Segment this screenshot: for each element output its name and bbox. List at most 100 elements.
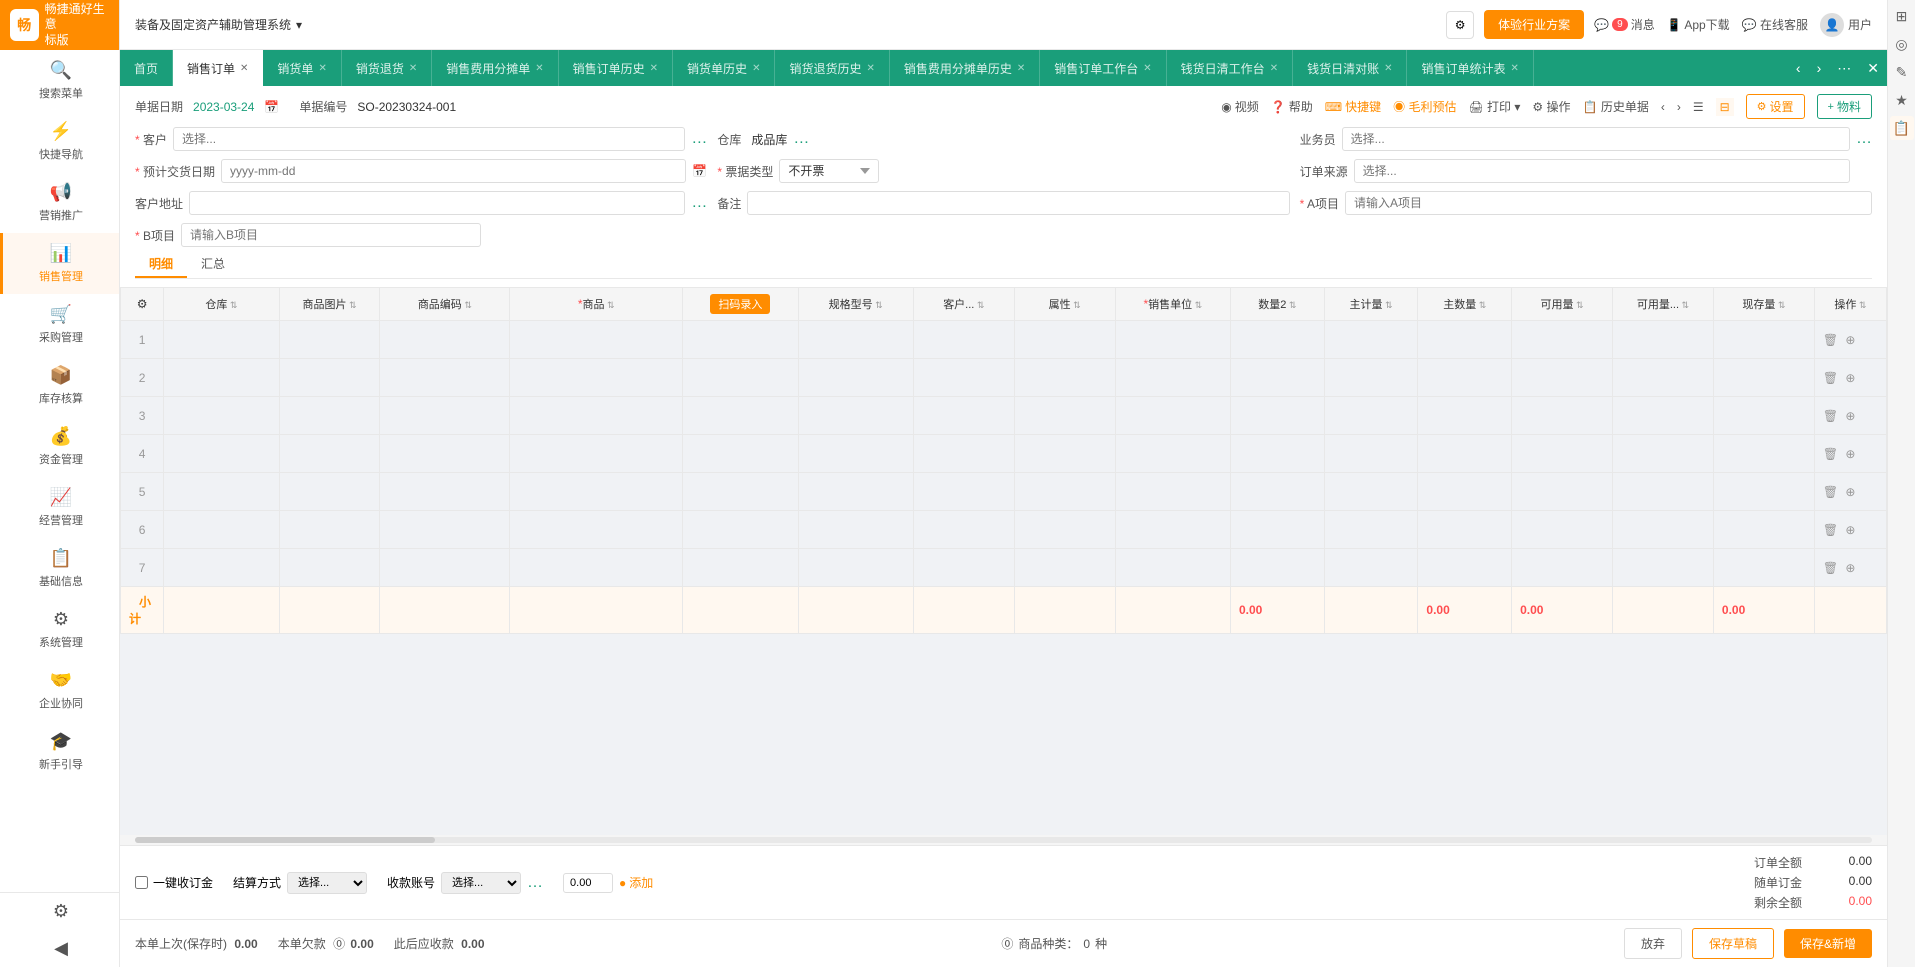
tab-close-2[interactable]: ✕ bbox=[318, 63, 326, 74]
online-service-btn[interactable]: 💬 在线客服 bbox=[1742, 16, 1808, 33]
sidebar-item-11[interactable]: 🎓 新手引导 bbox=[0, 721, 119, 782]
row-copy-3[interactable]: ⊕ bbox=[1845, 409, 1855, 423]
sidebar-item-collapse[interactable]: ◀ bbox=[0, 930, 119, 967]
customer-dots[interactable]: … bbox=[691, 130, 707, 148]
row-copy-4[interactable]: ⊕ bbox=[1845, 447, 1855, 461]
sidebar-item-1[interactable]: ⚡ 快捷导航 bbox=[0, 111, 119, 172]
row-copy-1[interactable]: ⊕ bbox=[1845, 333, 1855, 347]
star-icon[interactable]: ★ bbox=[1890, 88, 1914, 112]
row-delete-2[interactable]: 🗑 bbox=[1823, 371, 1838, 385]
tab-close-4[interactable]: ✕ bbox=[535, 63, 543, 74]
amount-input[interactable] bbox=[563, 873, 613, 893]
sidebar-item-0[interactable]: 🔍 搜索菜单 bbox=[0, 50, 119, 111]
sub-tab-0[interactable]: 明细 bbox=[135, 251, 187, 278]
dropdown-arrow-icon[interactable]: ▾ bbox=[296, 18, 302, 32]
col-settings-icon[interactable]: ⚙ bbox=[137, 297, 148, 311]
sidebar-item-8[interactable]: 📋 基础信息 bbox=[0, 538, 119, 599]
invoice-type-select[interactable]: 不开票 bbox=[779, 159, 879, 183]
settlement-select[interactable]: 选择... bbox=[287, 872, 367, 894]
industry-btn[interactable]: 体验行业方案 bbox=[1484, 10, 1584, 39]
tab-nav-left[interactable]: ‹ bbox=[1788, 50, 1809, 86]
tab-close-6[interactable]: ✕ bbox=[752, 63, 760, 74]
tab-close-12[interactable]: ✕ bbox=[1511, 63, 1519, 74]
tab-11[interactable]: 钱货日清对账✕ bbox=[1293, 50, 1407, 86]
sidebar-item-5[interactable]: 📦 库存核算 bbox=[0, 355, 119, 416]
row-copy-2[interactable]: ⊕ bbox=[1845, 371, 1855, 385]
tab-close-all[interactable]: ✕ bbox=[1859, 50, 1887, 86]
order-source-input[interactable] bbox=[1354, 159, 1850, 183]
nav-next[interactable]: › bbox=[1677, 100, 1681, 114]
address-input[interactable] bbox=[189, 191, 685, 215]
tab-close-5[interactable]: ✕ bbox=[650, 63, 658, 74]
row-copy-6[interactable]: ⊕ bbox=[1845, 523, 1855, 537]
edit-icon[interactable]: ✎ bbox=[1890, 60, 1914, 84]
setup-btn[interactable]: ⚙ 设置 bbox=[1746, 94, 1805, 119]
tab-10[interactable]: 钱货日清工作台✕ bbox=[1167, 50, 1293, 86]
clipboard-icon[interactable]: 📋 bbox=[1890, 116, 1914, 140]
tab-close-1[interactable]: ✕ bbox=[240, 63, 248, 74]
profit-preview-btn[interactable]: ◉ 毛利预估 bbox=[1393, 98, 1456, 115]
tab-close-10[interactable]: ✕ bbox=[1270, 63, 1278, 74]
salesperson-dots[interactable]: … bbox=[1856, 130, 1872, 148]
row-delete-3[interactable]: 🗑 bbox=[1823, 409, 1838, 423]
row-delete-6[interactable]: 🗑 bbox=[1823, 523, 1838, 537]
delivery-date-input[interactable] bbox=[221, 159, 686, 183]
row-delete-7[interactable]: 🗑 bbox=[1823, 561, 1838, 575]
list-view-icon[interactable]: ☰ bbox=[1693, 100, 1704, 114]
tab-5[interactable]: 销售订单历史✕ bbox=[559, 50, 673, 86]
scroll-thumb[interactable] bbox=[135, 837, 435, 843]
account-dots[interactable]: … bbox=[527, 874, 543, 892]
add-btn[interactable]: ● 添加 bbox=[619, 874, 653, 891]
settings-button[interactable]: ⚙ bbox=[1446, 11, 1474, 39]
row-copy-7[interactable]: ⊕ bbox=[1845, 561, 1855, 575]
tab-close-9[interactable]: ✕ bbox=[1143, 63, 1151, 74]
row-copy-5[interactable]: ⊕ bbox=[1845, 485, 1855, 499]
tab-close-8[interactable]: ✕ bbox=[1017, 63, 1025, 74]
tab-nav-right[interactable]: › bbox=[1809, 50, 1830, 86]
tab-6[interactable]: 销货单历史✕ bbox=[673, 50, 775, 86]
grid-view[interactable]: ⊞ bbox=[1890, 4, 1914, 28]
customer-input[interactable] bbox=[173, 127, 685, 151]
tab-1[interactable]: 销售订单✕ bbox=[173, 50, 263, 86]
print-btn[interactable]: 🖨 打印 ▾ bbox=[1468, 98, 1520, 115]
sidebar-item-7[interactable]: 📈 经营管理 bbox=[0, 477, 119, 538]
salesperson-input[interactable] bbox=[1342, 127, 1850, 151]
view-btn[interactable]: ◉ 视频 bbox=[1221, 98, 1259, 115]
warehouse-dots[interactable]: … bbox=[793, 130, 809, 148]
tab-9[interactable]: 销售订单工作台✕ bbox=[1040, 50, 1166, 86]
sidebar-item-3[interactable]: 📊 销售管理 bbox=[0, 233, 119, 294]
material-btn[interactable]: + 物料 bbox=[1817, 94, 1872, 119]
help-btn[interactable]: ❓ 帮助 bbox=[1271, 98, 1313, 115]
save-draft-btn[interactable]: 保存草稿 bbox=[1692, 928, 1774, 959]
discard-btn[interactable]: 放弃 bbox=[1624, 928, 1682, 959]
tab-7[interactable]: 销货退货历史✕ bbox=[775, 50, 889, 86]
sidebar-item-settings[interactable]: ⚙ bbox=[0, 893, 119, 930]
tab-close-11[interactable]: ✕ bbox=[1384, 63, 1392, 74]
remark-input[interactable] bbox=[747, 191, 1289, 215]
tab-0[interactable]: 首页 bbox=[120, 50, 173, 86]
sidebar-item-2[interactable]: 📢 营销推广 bbox=[0, 172, 119, 233]
tab-more[interactable]: ⋯ bbox=[1829, 50, 1859, 86]
row-delete-4[interactable]: 🗑 bbox=[1823, 447, 1838, 461]
tab-2[interactable]: 销货单✕ bbox=[263, 50, 341, 86]
user-avatar[interactable]: 👤 用户 bbox=[1820, 13, 1872, 37]
address-dots[interactable]: … bbox=[691, 194, 707, 212]
sidebar-item-4[interactable]: 🛒 采购管理 bbox=[0, 294, 119, 355]
calendar-icon[interactable]: 📅 bbox=[264, 100, 279, 114]
app-download-btn[interactable]: 📱 App下载 bbox=[1667, 16, 1730, 33]
one-click-checkbox[interactable] bbox=[135, 876, 148, 889]
sidebar-item-9[interactable]: ⚙ 系统管理 bbox=[0, 599, 119, 660]
message-icon-area[interactable]: 💬 9 消息 bbox=[1594, 16, 1655, 33]
tab-4[interactable]: 销售费用分摊单✕ bbox=[432, 50, 558, 86]
history-btn[interactable]: 📋 历史单据 bbox=[1583, 98, 1649, 115]
form-view-icon[interactable]: ⊟ bbox=[1716, 98, 1734, 116]
sidebar-item-6[interactable]: 💰 资金管理 bbox=[0, 416, 119, 477]
sub-tab-1[interactable]: 汇总 bbox=[187, 251, 239, 278]
nav-prev[interactable]: ‹ bbox=[1661, 100, 1665, 114]
row-delete-1[interactable]: 🗑 bbox=[1823, 333, 1838, 347]
account-select[interactable]: 选择... bbox=[441, 872, 521, 894]
tab-12[interactable]: 销售订单统计表✕ bbox=[1407, 50, 1533, 86]
scan-btn[interactable]: 扫码录入 bbox=[710, 294, 770, 314]
operations-btn[interactable]: ⚙ 操作 bbox=[1532, 98, 1570, 115]
row-delete-5[interactable]: 🗑 bbox=[1823, 485, 1838, 499]
